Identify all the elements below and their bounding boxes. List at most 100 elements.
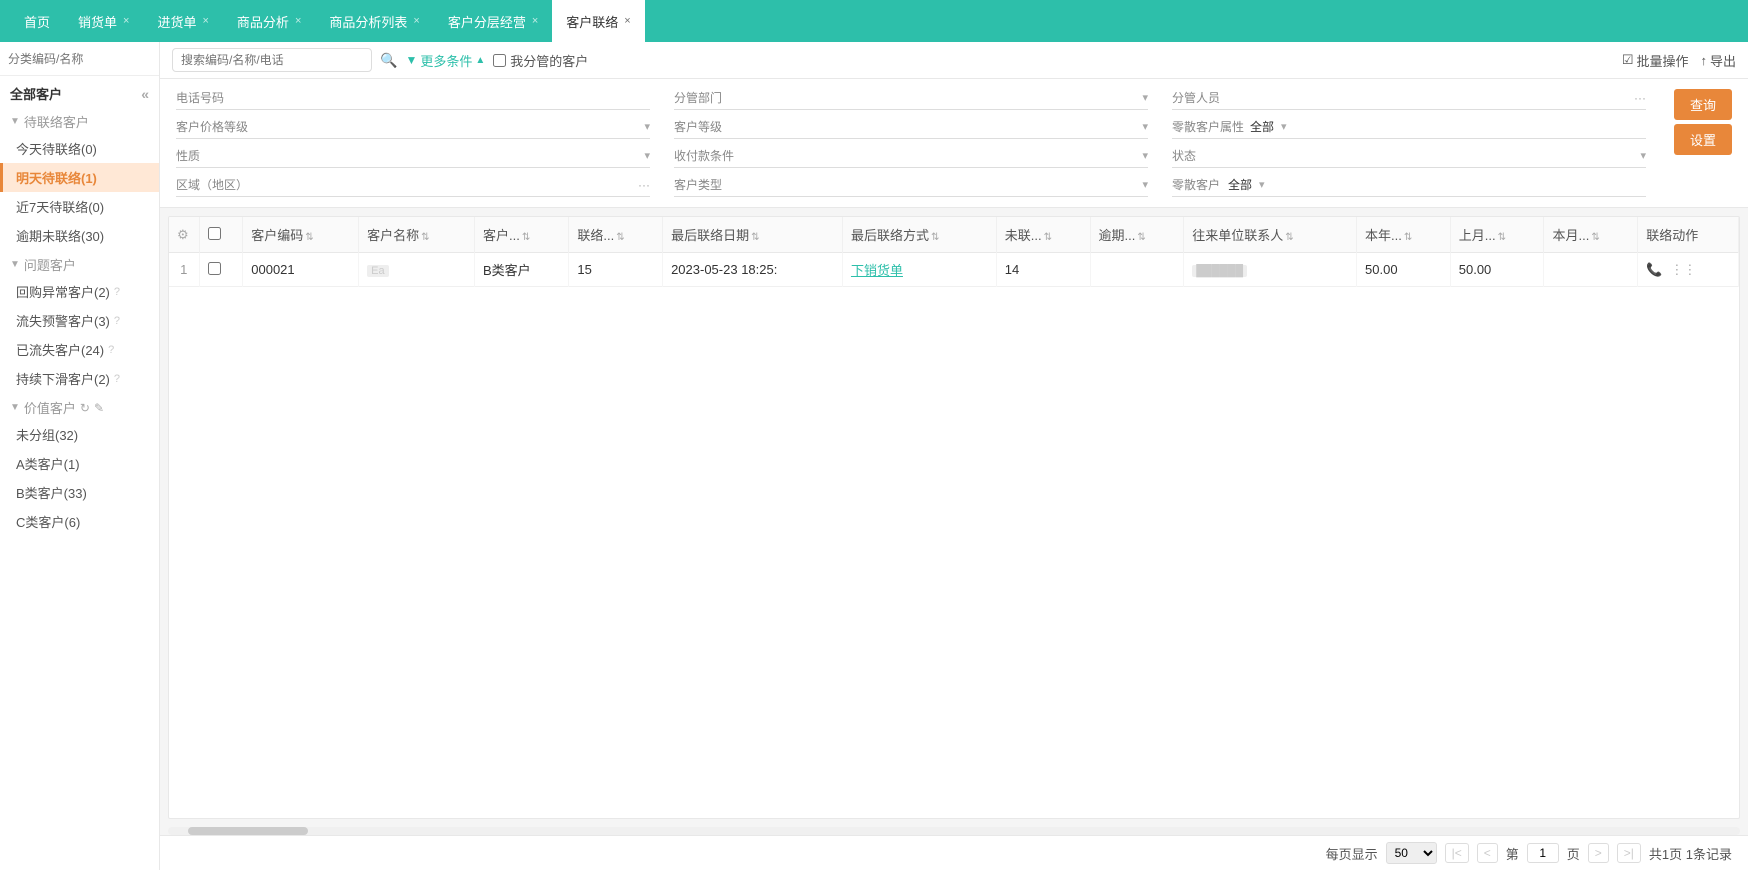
- th-overdue: 逾期...⇅: [1090, 217, 1184, 253]
- nav-close-product-analysis-list[interactable]: ×: [413, 15, 419, 27]
- sidebar-item-declining[interactable]: 持续下滑客户(2) ?: [0, 364, 159, 393]
- nav-purchase-order[interactable]: 进货单 ×: [143, 0, 222, 42]
- sidebar-collapse-icon[interactable]: «: [141, 86, 149, 102]
- sort-icon-type[interactable]: ⇅: [522, 232, 530, 243]
- filter-input-nature[interactable]: [232, 149, 641, 163]
- th-settings[interactable]: ⚙: [169, 217, 199, 253]
- nav-home[interactable]: 首页: [10, 0, 64, 42]
- price-level-dropdown-icon[interactable]: ▾: [644, 120, 650, 133]
- sidebar-item-overdue-contact[interactable]: 逾期未联络(30): [0, 221, 159, 250]
- per-page-select[interactable]: 50 100 200: [1386, 842, 1437, 864]
- row-contact-person: ██████: [1184, 253, 1357, 287]
- first-page-button[interactable]: |<: [1445, 843, 1469, 863]
- sort-icon-year[interactable]: ⇅: [1404, 232, 1412, 243]
- set-button[interactable]: 设置: [1674, 124, 1732, 155]
- sort-icon-date[interactable]: ⇅: [751, 232, 759, 243]
- sidebar-item-today-contact[interactable]: 今天待联络(0): [0, 134, 159, 163]
- filter-search-input[interactable]: [172, 48, 372, 72]
- content-area: 🔍 ▼ 更多条件 ▲ 我分管的客户 ☑ 批量操作 ↑ 导出: [160, 42, 1748, 870]
- filter-input-payment[interactable]: [740, 149, 1139, 163]
- retail-customer-value: 全部: [1228, 176, 1252, 193]
- filter-more-conditions-button[interactable]: ▼ 更多条件 ▲: [405, 51, 485, 70]
- sort-icon-overdue[interactable]: ⇅: [1137, 232, 1145, 243]
- sidebar-all-customers-label: 全部客户: [10, 84, 62, 103]
- advanced-filter-panel: 电话号码 分管部门 ▾ 分管人员 ···: [160, 79, 1748, 208]
- status-dropdown-icon[interactable]: ▾: [1640, 149, 1646, 162]
- sidebar-item-class-c[interactable]: C类客户(6): [0, 507, 159, 536]
- last-page-button[interactable]: >|: [1617, 843, 1641, 863]
- row-checkbox[interactable]: [208, 262, 221, 275]
- query-button[interactable]: 查询: [1674, 89, 1732, 120]
- sidebar-search-input[interactable]: [8, 52, 160, 66]
- nav-close-sales-order[interactable]: ×: [123, 15, 129, 27]
- retail-customer-dropdown-icon[interactable]: ▾: [1259, 178, 1265, 191]
- region-more-icon[interactable]: ···: [638, 178, 650, 192]
- filter-input-dept[interactable]: [730, 91, 1139, 105]
- filter-row-1: 电话号码 分管部门 ▾ 分管人员 ···: [176, 89, 1646, 110]
- filter-input-manager[interactable]: [1228, 91, 1631, 105]
- sort-icon-lastmonth[interactable]: ⇅: [1498, 232, 1506, 243]
- nav-close-customer-layering[interactable]: ×: [532, 15, 538, 27]
- sidebar-item-repurchase-abnormal[interactable]: 回购异常客户(2) ?: [0, 277, 159, 306]
- sidebar-item-class-b[interactable]: B类客户(33): [0, 478, 159, 507]
- select-all-checkbox[interactable]: [208, 227, 221, 240]
- horizontal-scrollbar[interactable]: [168, 827, 1740, 835]
- nav-close-customer-contact[interactable]: ×: [624, 15, 630, 27]
- row-checkbox-cell: [199, 253, 243, 287]
- filter-search-button[interactable]: 🔍: [380, 52, 397, 69]
- nav-customer-contact[interactable]: 客户联络 ×: [552, 0, 644, 42]
- row-last-month: 50.00: [1450, 253, 1544, 287]
- action-icon-phone[interactable]: 📞: [1646, 262, 1662, 278]
- sidebar-group-pending-contact[interactable]: ▼ 待联络客户: [0, 107, 159, 134]
- sidebar-item-churned[interactable]: 已流失客户(24) ?: [0, 335, 159, 364]
- customer-level-dropdown-icon[interactable]: ▾: [1142, 120, 1148, 133]
- filter-input-phone[interactable]: [232, 91, 650, 105]
- filter-input-price-level[interactable]: [254, 120, 641, 134]
- dept-dropdown-icon[interactable]: ▾: [1142, 91, 1148, 104]
- filter-input-region[interactable]: [254, 178, 635, 192]
- sort-icon-contact[interactable]: ⇅: [616, 232, 624, 243]
- my-customers-checkbox[interactable]: [493, 54, 506, 67]
- sidebar-item-churn-warning[interactable]: 流失预警客户(3) ?: [0, 306, 159, 335]
- export-button[interactable]: ↑ 导出: [1700, 51, 1736, 70]
- value-customers-edit-icon[interactable]: ✎: [94, 401, 104, 415]
- nature-dropdown-icon[interactable]: ▾: [644, 149, 650, 162]
- sort-icon-name[interactable]: ⇅: [421, 232, 429, 243]
- sidebar-item-ungrouped[interactable]: 未分组(32): [0, 420, 159, 449]
- scrollbar-thumb[interactable]: [188, 827, 308, 835]
- sidebar-group-value-customers[interactable]: ▼ 价值客户 ↻ ✎: [0, 393, 159, 420]
- customer-type-dropdown-icon[interactable]: ▾: [1142, 178, 1148, 191]
- filter-label-nature: 性质: [176, 147, 226, 164]
- contact-method-link[interactable]: 下销货单: [851, 263, 903, 278]
- sort-icon-nocontact[interactable]: ⇅: [1044, 232, 1052, 243]
- filter-input-customer-level[interactable]: [730, 120, 1139, 134]
- sidebar-item-class-a[interactable]: A类客户(1): [0, 449, 159, 478]
- manager-more-icon[interactable]: ···: [1634, 91, 1646, 105]
- filter-input-customer-type[interactable]: [730, 178, 1139, 192]
- batch-operation-button[interactable]: ☑ 批量操作: [1622, 51, 1689, 70]
- action-icon-grid[interactable]: ⋮⋮: [1670, 262, 1696, 278]
- sort-icon-thismonth[interactable]: ⇅: [1591, 232, 1599, 243]
- next-page-button[interactable]: >: [1588, 843, 1609, 863]
- sidebar-group-problem-customers[interactable]: ▼ 问题客户: [0, 250, 159, 277]
- nav-customer-layering[interactable]: 客户分层经营 ×: [434, 0, 552, 42]
- nav-close-product-analysis[interactable]: ×: [295, 15, 301, 27]
- my-customers-checkbox-label[interactable]: 我分管的客户: [493, 51, 588, 70]
- nav-close-purchase-order[interactable]: ×: [202, 15, 208, 27]
- payment-dropdown-icon[interactable]: ▾: [1142, 149, 1148, 162]
- sort-icon-code[interactable]: ⇅: [305, 232, 313, 243]
- filter-input-status[interactable]: [1228, 149, 1637, 163]
- sidebar-item-7days-contact[interactable]: 近7天待联络(0): [0, 192, 159, 221]
- value-customers-refresh-icon[interactable]: ↻: [80, 401, 90, 415]
- retail-attr-dropdown-icon[interactable]: ▾: [1281, 120, 1287, 133]
- nav-sales-order[interactable]: 销货单 ×: [64, 0, 143, 42]
- filter-action-buttons: 查询 设置: [1664, 89, 1732, 155]
- prev-page-button[interactable]: <: [1477, 843, 1498, 863]
- sidebar-item-tomorrow-contact[interactable]: 明天待联络(1): [0, 163, 159, 192]
- sort-icon-method[interactable]: ⇅: [931, 232, 939, 243]
- nav-product-analysis-list[interactable]: 商品分析列表 ×: [315, 0, 433, 42]
- row-code: 000021: [243, 253, 359, 287]
- nav-product-analysis[interactable]: 商品分析 ×: [223, 0, 315, 42]
- page-number-input[interactable]: 1: [1527, 843, 1559, 863]
- sort-icon-person[interactable]: ⇅: [1285, 232, 1293, 243]
